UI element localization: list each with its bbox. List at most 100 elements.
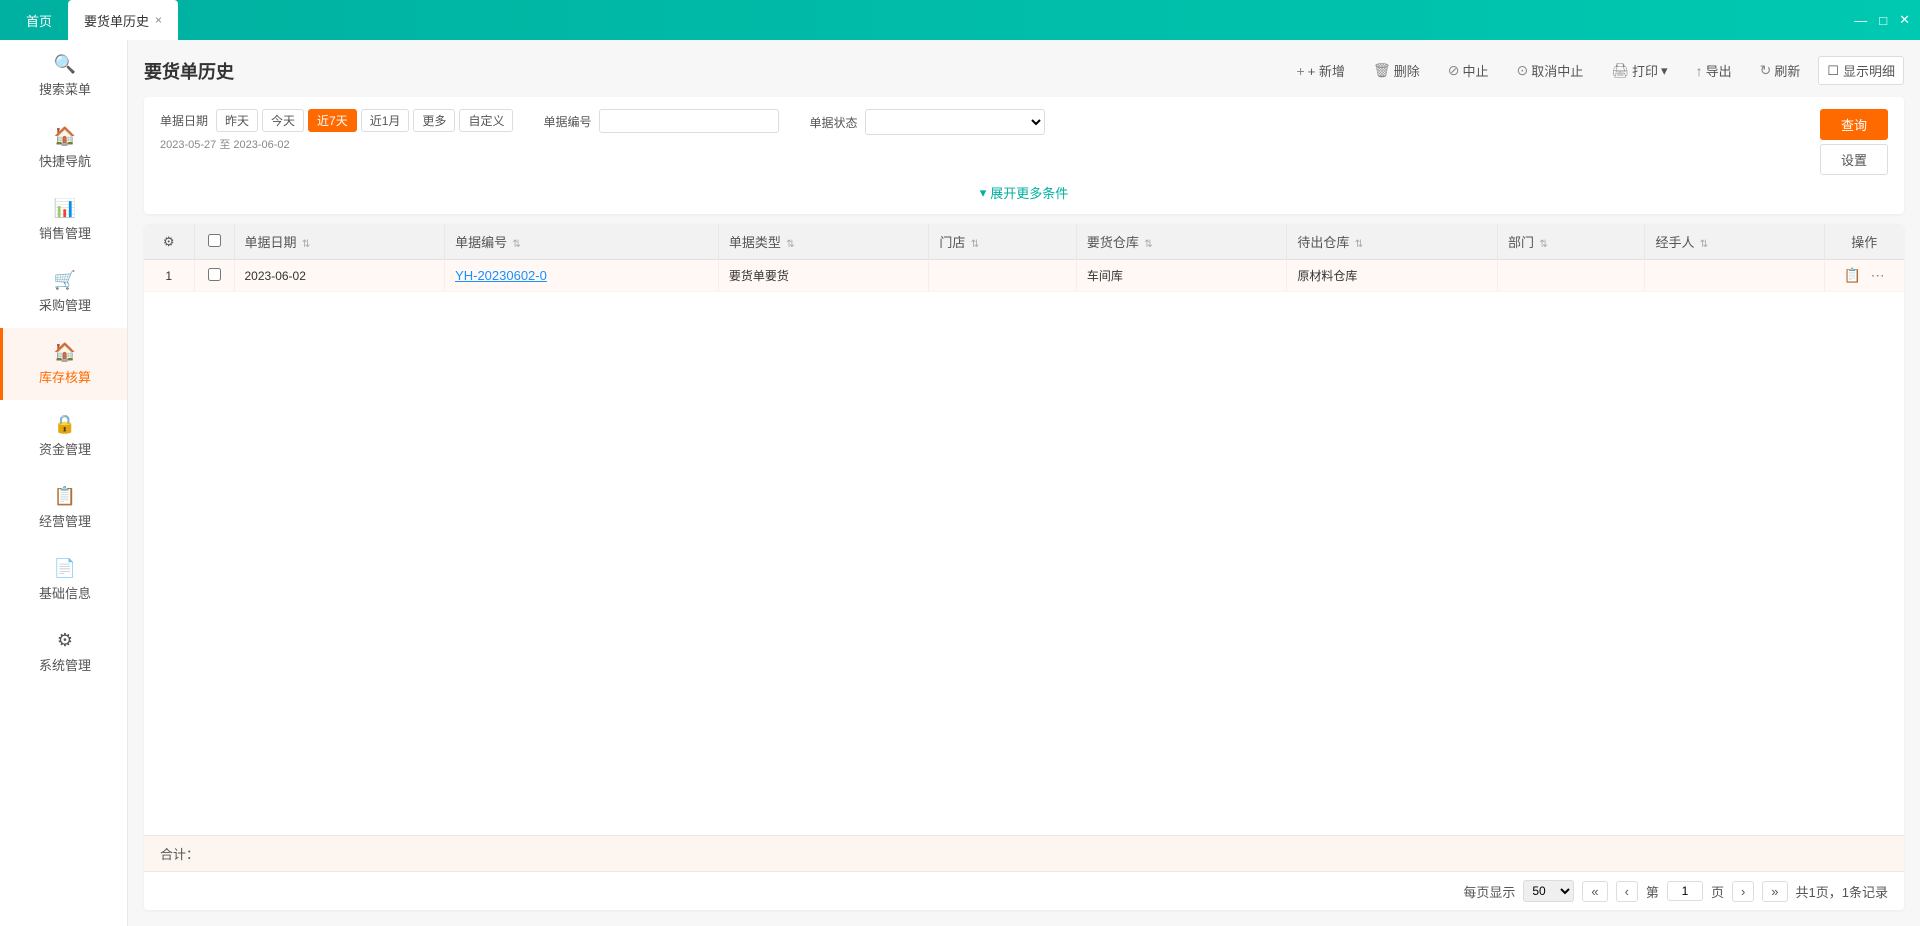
date-btn-yesterday[interactable]: 昨天 — [216, 109, 258, 132]
warehouse-icon: 🏠 — [54, 342, 76, 363]
refresh-btn[interactable]: ↻ 刷新 — [1750, 56, 1811, 85]
td-check — [194, 260, 234, 292]
row-more-icon[interactable]: ⋯ — [1871, 267, 1885, 283]
th-bill-no: 单据编号 ⇅ — [445, 224, 719, 260]
th-handler: 经手人 ⇅ — [1645, 224, 1824, 260]
row-checkbox[interactable] — [208, 268, 221, 281]
window-close-btn[interactable]: ✕ — [1899, 12, 1910, 28]
print-btn-label: 打印 — [1632, 61, 1658, 80]
expand-more-label: 展开更多条件 — [990, 183, 1068, 202]
sidebar-item-label: 快捷导航 — [39, 151, 91, 170]
sort-icon: ⇅ — [512, 239, 520, 250]
sort-icon: ⇅ — [971, 239, 979, 250]
date-btn-7days[interactable]: 近7天 — [308, 109, 357, 132]
sort-icon: ⇅ — [1539, 239, 1547, 250]
th-bill-type: 单据类型 ⇅ — [718, 224, 929, 260]
cancel-stop-btn[interactable]: ⊙ 取消中止 — [1506, 56, 1593, 85]
sidebar-item-label: 经营管理 — [39, 511, 91, 530]
show-detail-btn[interactable]: ☐ 显示明细 — [1818, 56, 1904, 85]
sidebar-item-label: 基础信息 — [39, 583, 91, 602]
date-filter-label: 单据日期 — [160, 112, 208, 129]
filter-row: 单据日期 昨天 今天 近7天 近1月 更多 自定义 2023-05-27 至 2… — [160, 109, 1888, 175]
total-info: 共1页，1条记录 — [1796, 882, 1888, 901]
th-dept: 部门 ⇅ — [1497, 224, 1644, 260]
filter-area: 单据日期 昨天 今天 近7天 近1月 更多 自定义 2023-05-27 至 2… — [144, 97, 1904, 214]
tab-close-icon[interactable]: × — [155, 13, 162, 27]
page-header: 要货单历史 + + 新增 🗑 删除 ⊘ 中止 ⊙ 取消中止 — [144, 56, 1904, 85]
bill-no-input[interactable] — [599, 109, 779, 133]
expand-more-btn[interactable]: ▾ 展开更多条件 — [160, 183, 1888, 202]
plus-icon: + — [1297, 63, 1305, 79]
last-page-btn[interactable]: » — [1762, 881, 1787, 902]
sidebar-item-finance[interactable]: 🔒 资金管理 — [0, 400, 127, 472]
table-body: 1 2023-06-02 YH-20230602-0 要货单要货 车间库 原材料… — [144, 260, 1904, 292]
stop-icon: ⊘ — [1448, 62, 1460, 79]
top-bar-right: — □ ✕ — [1854, 12, 1910, 28]
bill-no-link[interactable]: YH-20230602-0 — [455, 268, 547, 283]
first-page-btn[interactable]: « — [1582, 881, 1607, 902]
sidebar-item-search[interactable]: 🔍 搜索菜单 — [0, 40, 127, 112]
tab-active[interactable]: 要货单历史 × — [68, 0, 178, 40]
page-input[interactable] — [1667, 881, 1703, 901]
show-detail-label: 显示明细 — [1843, 61, 1895, 80]
stop-btn-label: 中止 — [1462, 61, 1488, 80]
query-btn[interactable]: 查询 — [1820, 109, 1888, 140]
sidebar-item-sales[interactable]: 📊 销售管理 — [0, 184, 127, 256]
sidebar-item-label: 系统管理 — [39, 655, 91, 674]
date-filter-col: 单据日期 昨天 今天 近7天 近1月 更多 自定义 2023-05-27 至 2… — [160, 109, 513, 152]
tab-home-label: 首页 — [26, 11, 52, 30]
cancel-stop-icon: ⊙ — [1516, 62, 1528, 79]
select-all-checkbox[interactable] — [208, 234, 221, 247]
prev-page-btn[interactable]: ‹ — [1616, 881, 1638, 902]
refresh-btn-label: 刷新 — [1774, 61, 1800, 80]
delete-btn[interactable]: 🗑 删除 — [1363, 56, 1430, 85]
query-btns: 查询 设置 — [1820, 109, 1888, 175]
sort-icon: ⇅ — [786, 239, 794, 250]
date-range-display: 2023-05-27 至 2023-06-02 — [160, 136, 513, 152]
bill-no-filter: 单据编号 — [543, 109, 779, 133]
content-area: 要货单历史 + + 新增 🗑 删除 ⊘ 中止 ⊙ 取消中止 — [128, 40, 1920, 926]
stop-btn[interactable]: ⊘ 中止 — [1438, 56, 1499, 85]
doc-icon: 📄 — [54, 558, 76, 579]
sidebar-item-inventory[interactable]: 🏠 库存核算 — [0, 328, 127, 400]
settings-icon[interactable]: ⚙ — [163, 234, 175, 249]
cart-icon: 🛒 — [54, 270, 76, 291]
tab-home[interactable]: 首页 — [10, 0, 68, 40]
date-btn-more[interactable]: 更多 — [413, 109, 455, 132]
th-ops: 操作 — [1824, 224, 1904, 260]
sidebar-item-label: 销售管理 — [39, 223, 91, 242]
status-select[interactable] — [865, 109, 1045, 135]
page-label: 第 — [1646, 882, 1659, 901]
tab-active-label: 要货单历史 — [84, 11, 149, 30]
date-btn-today[interactable]: 今天 — [262, 109, 304, 132]
table-footer: 合计： — [144, 835, 1904, 871]
status-filter: 单据状态 — [809, 109, 1045, 135]
new-btn[interactable]: + + 新增 — [1287, 56, 1355, 85]
setting-btn[interactable]: 设置 — [1820, 144, 1888, 175]
window-minimize-btn[interactable]: — — [1854, 13, 1867, 28]
td-handler — [1645, 260, 1824, 292]
td-bill-no: YH-20230602-0 — [445, 260, 719, 292]
expand-more-icon: ▾ — [980, 185, 987, 201]
next-page-btn[interactable]: › — [1732, 881, 1754, 902]
clipboard-icon: 📋 — [54, 486, 76, 507]
print-dropdown-icon: ▾ — [1661, 63, 1668, 79]
window-maximize-btn[interactable]: □ — [1879, 13, 1887, 28]
sidebar-item-purchase[interactable]: 🛒 采购管理 — [0, 256, 127, 328]
export-btn[interactable]: ↑ 导出 — [1686, 56, 1742, 85]
export-btn-label: 导出 — [1706, 61, 1732, 80]
cancel-stop-btn-label: 取消中止 — [1531, 61, 1583, 80]
sidebar-item-system[interactable]: ⚙ 系统管理 — [0, 616, 127, 688]
sidebar-item-management[interactable]: 📋 经营管理 — [0, 472, 127, 544]
per-page-select[interactable]: 50 10 20 100 — [1523, 880, 1574, 902]
date-btn-custom[interactable]: 自定义 — [459, 109, 513, 132]
date-btn-1month[interactable]: 近1月 — [361, 109, 410, 132]
gear-icon: ⚙ — [57, 630, 73, 651]
td-store — [929, 260, 1076, 292]
print-btn[interactable]: 🖨 打印 ▾ — [1601, 56, 1677, 85]
row-view-icon[interactable]: 📋 — [1844, 267, 1861, 283]
sidebar-item-baseinfo[interactable]: 📄 基础信息 — [0, 544, 127, 616]
th-date: 单据日期 ⇅ — [234, 224, 445, 260]
sidebar-item-quicknav[interactable]: 🏠 快捷导航 — [0, 112, 127, 184]
export-icon: ↑ — [1696, 63, 1703, 79]
